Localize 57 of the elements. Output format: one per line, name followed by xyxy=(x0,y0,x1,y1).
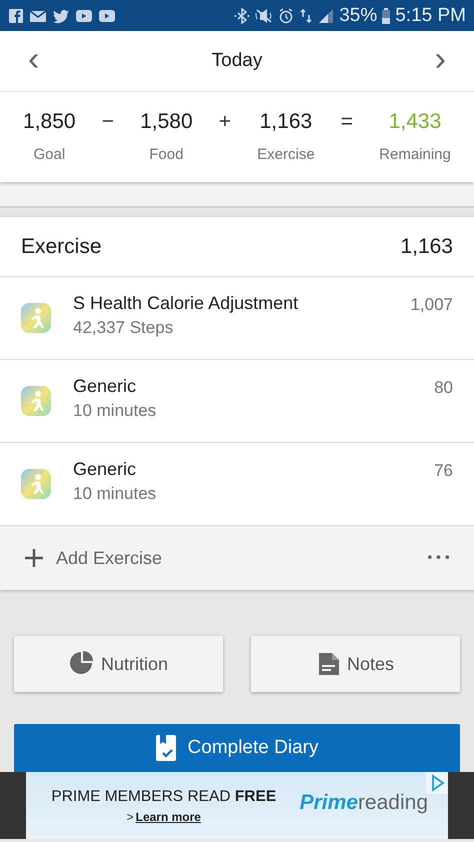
complete-diary-button[interactable]: Complete Diary xyxy=(14,724,460,772)
app-icon xyxy=(21,303,51,333)
calorie-value: 1,850 xyxy=(23,110,76,134)
calorie-label: Goal xyxy=(33,146,66,163)
exercise-name: S Health Calorie Adjustment xyxy=(73,293,300,314)
exercise-entry[interactable]: S Health Calorie Adjustment 42,337 Steps 1,007 xyxy=(0,277,474,360)
battery-icon xyxy=(382,8,390,24)
exercise-calories: 76 xyxy=(434,461,453,481)
chevron-text: > xyxy=(126,810,134,824)
calorie-label: Remaining xyxy=(379,146,451,163)
exercise-entry[interactable]: Generic 10 minutes 80 xyxy=(0,360,474,443)
more-options-button[interactable]: ••• xyxy=(422,546,456,570)
section-title: Exercise xyxy=(21,234,102,258)
signal-icon xyxy=(318,8,334,24)
section-total: 1,163 xyxy=(400,234,453,258)
operator-sign: = xyxy=(340,110,354,134)
plus-icon xyxy=(24,548,44,568)
calorie-value: 1,433 xyxy=(388,110,442,134)
bluetooth-icon xyxy=(234,8,250,24)
date-title: Today xyxy=(212,50,262,72)
app-icon xyxy=(21,386,51,416)
operator-sign: + xyxy=(218,110,232,134)
video-icon xyxy=(75,8,93,24)
ad-headline: PRIME MEMBERS READ FREE xyxy=(51,788,276,806)
exercise-calories: 80 xyxy=(434,378,453,398)
exercise-detail: 10 minutes xyxy=(73,484,158,504)
previous-day-button[interactable]: ‹ xyxy=(20,42,48,76)
battery-level: 35% xyxy=(339,4,378,26)
next-day-button[interactable]: › xyxy=(426,42,454,76)
facebook-icon xyxy=(8,8,24,24)
add-exercise-link[interactable]: Add Exercise xyxy=(56,548,410,568)
clock: 5:15 PM xyxy=(395,4,466,26)
exercise-name: Generic xyxy=(73,376,138,397)
pie-chart-icon xyxy=(68,651,95,677)
document-icon xyxy=(316,652,341,676)
app-icon xyxy=(21,469,51,499)
learn-more-link[interactable]: Learn more xyxy=(136,810,201,824)
ad-banner[interactable]: PRIME MEMBERS READ FREE > Learn more Primereading xyxy=(26,772,448,839)
calorie-value: 1,580 xyxy=(140,110,193,134)
twitter-icon xyxy=(52,8,70,24)
operator-sign: − xyxy=(102,110,114,134)
video-icon xyxy=(98,8,116,24)
exercise-detail: 10 minutes xyxy=(73,401,158,421)
calorie-label: Food xyxy=(149,146,184,163)
diary-icon xyxy=(156,735,176,761)
notes-button[interactable]: Notes xyxy=(251,636,460,692)
exercise-calories: 1,007 xyxy=(410,295,453,315)
ad-logo: Primereading xyxy=(300,790,428,814)
data-transfer-icon xyxy=(299,8,314,24)
alarm-icon xyxy=(278,8,294,24)
mute-icon xyxy=(255,8,274,24)
exercise-name: Generic xyxy=(73,459,138,480)
calorie-label: Exercise xyxy=(257,146,315,163)
calorie-value: 1,163 xyxy=(260,110,312,134)
nutrition-button[interactable]: Nutrition xyxy=(14,636,223,692)
exercise-detail: 42,337 Steps xyxy=(73,318,174,338)
ad-choices-icon xyxy=(426,772,448,794)
